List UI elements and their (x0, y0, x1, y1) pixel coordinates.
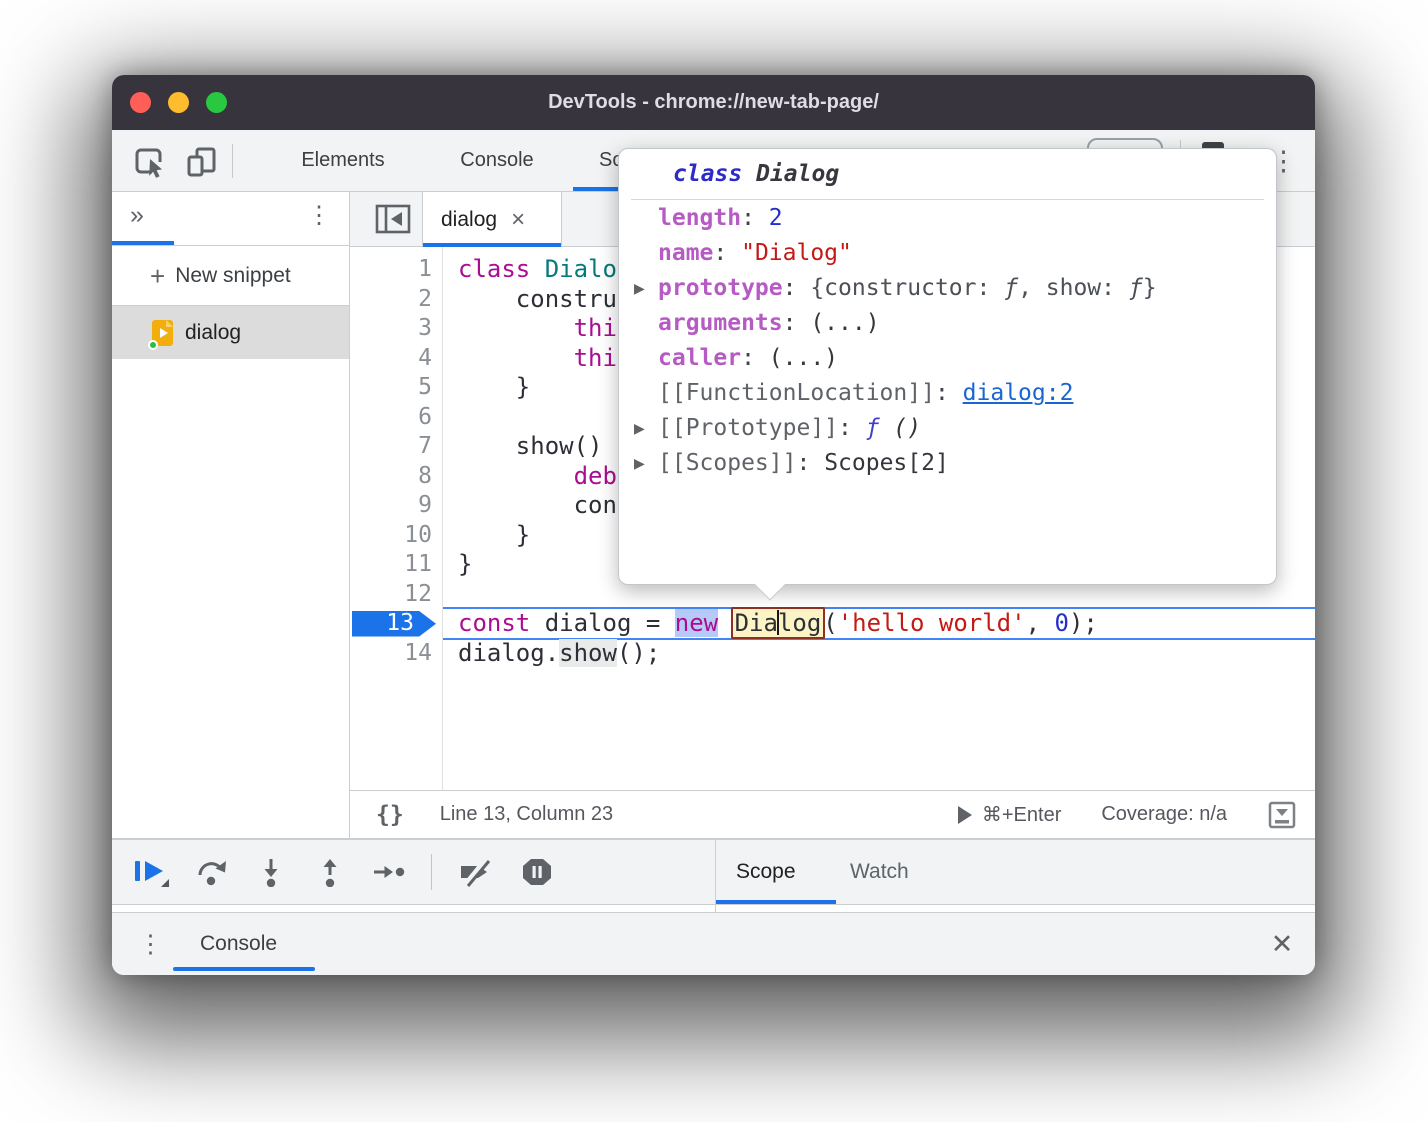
expand-triangle-icon[interactable]: ▶ (634, 411, 645, 446)
property-value: , show: (1018, 275, 1129, 301)
popover-property-row[interactable]: ▶ [[Scopes]]: Scopes[2] (619, 446, 1276, 481)
property-value: (...) (810, 310, 879, 336)
property-colon: : (796, 450, 824, 476)
code-line-13[interactable]: const dialog = new Dialog('hello world',… (350, 609, 1315, 639)
devtools-window: DevTools - chrome://new-tab-page/ Elemen… (112, 75, 1315, 975)
editor-tab-dialog[interactable]: dialog × (422, 192, 562, 247)
console-drawer: ⋮ Console ✕ (112, 912, 1315, 975)
new-snippet-label: New snippet (175, 264, 291, 288)
popover-property-row: caller: (...) (619, 341, 1276, 376)
property-value: ƒ (1129, 275, 1143, 301)
expand-triangle-icon[interactable]: ▶ (634, 271, 645, 306)
object-popover: class Dialog length: 2name: "Dialog"▶pro… (618, 148, 1277, 585)
expand-triangle-icon[interactable]: ▶ (634, 446, 645, 481)
cursor-position-label: Line 13, Column 23 (440, 803, 613, 826)
popover-header: class Dialog (631, 149, 1264, 200)
property-colon: : (713, 240, 741, 266)
close-drawer-icon[interactable]: ✕ (1267, 922, 1297, 966)
title-bar: DevTools - chrome://new-tab-page/ (112, 75, 1315, 130)
snippet-modified-dot (148, 340, 158, 350)
property-value: 2 (769, 205, 783, 231)
property-colon: : (935, 380, 963, 406)
property-colon: : (838, 415, 866, 441)
inspect-element-icon[interactable] (133, 145, 167, 179)
toggle-navigator-icon[interactable] (375, 204, 411, 234)
sidebar-header: » ⋮ (112, 192, 349, 246)
resume-script-icon[interactable] (132, 856, 170, 888)
sidebar-more-menu-icon[interactable]: ⋮ (307, 201, 331, 230)
property-name: length (658, 205, 741, 231)
property-value: ƒ (1004, 275, 1018, 301)
pretty-print-icon[interactable]: {} (376, 802, 404, 828)
plus-icon: + (150, 263, 165, 289)
property-name: prototype (658, 275, 783, 301)
property-value: "Dialog" (741, 240, 852, 266)
property-value: {constructor: (810, 275, 1004, 301)
snippet-file-icon (152, 320, 173, 346)
popover-property-row: name: "Dialog" (619, 236, 1276, 271)
popover-property-row[interactable]: ▶ [[Prototype]]: ƒ () (619, 411, 1276, 446)
expand-bottom-panel-icon[interactable] (1267, 800, 1297, 830)
code-line-14[interactable]: dialog.show(); (350, 639, 1315, 669)
step-into-icon[interactable] (254, 857, 288, 887)
property-name: name (658, 240, 713, 266)
tab-console[interactable]: Console (447, 130, 547, 191)
text-cursor (777, 610, 779, 635)
snippets-sidebar: » ⋮ + New snippet dialog (112, 192, 350, 838)
tab-elements[interactable]: Elements (293, 130, 393, 191)
drawer-tab-console[interactable]: Console (200, 913, 277, 975)
console-tab-underline (173, 967, 315, 971)
property-name: [[Scopes]] (658, 450, 796, 476)
evaluated-token-highlight: Dialog (731, 607, 826, 639)
popover-class-name: Dialog (742, 161, 839, 187)
window-title: DevTools - chrome://new-tab-page/ (112, 75, 1315, 130)
deactivate-breakpoints-icon[interactable] (457, 856, 495, 888)
step-icon[interactable] (372, 859, 406, 885)
panel-divider-continued (715, 905, 716, 912)
editor-status-bar: {} Line 13, Column 23 ⌘+Enter Coverage: … (350, 790, 1315, 838)
overflow-tabs-icon[interactable]: » (130, 201, 144, 230)
new-snippet-button[interactable]: + New snippet (112, 246, 349, 306)
property-name: [[Prototype]] (658, 415, 838, 441)
editor-tab-label: dialog (441, 208, 497, 232)
step-out-icon[interactable] (313, 857, 347, 887)
property-name: [[FunctionLocation]] (658, 380, 935, 406)
coverage-label: Coverage: n/a (1101, 803, 1227, 826)
property-colon: : (741, 205, 769, 231)
property-value: (...) (769, 345, 838, 371)
property-value: () (880, 415, 922, 441)
property-name: arguments (658, 310, 783, 336)
property-colon: : (741, 345, 769, 371)
run-snippet-icon[interactable] (958, 806, 972, 824)
debugger-toolbar-separator (431, 854, 432, 890)
function-location-link[interactable]: dialog:2 (963, 380, 1074, 406)
property-value: ƒ (866, 415, 880, 441)
sidebar-item-dialog[interactable]: dialog (112, 306, 349, 359)
run-shortcut-label: ⌘+Enter (982, 802, 1061, 827)
property-value: Scopes[2] (824, 450, 949, 476)
property-value: } (1143, 275, 1157, 301)
close-tab-icon[interactable]: × (511, 208, 525, 232)
property-name: caller (658, 345, 741, 371)
device-toolbar-icon[interactable] (184, 145, 220, 179)
step-over-icon[interactable] (195, 857, 229, 887)
popover-property-row: [[FunctionLocation]]: dialog:2 (619, 376, 1276, 411)
pause-on-exceptions-icon[interactable] (520, 856, 554, 888)
debugger-toolbar: Scope Watch (112, 840, 1315, 905)
popover-property-row: arguments: (...) (619, 306, 1276, 341)
property-colon: : (783, 275, 811, 301)
tab-scope[interactable]: Scope (736, 840, 796, 904)
panel-divider[interactable] (715, 840, 716, 904)
popover-property-row[interactable]: ▶ prototype: {constructor: ƒ, show: ƒ} (619, 271, 1276, 306)
sidebar-active-tab-underline (112, 241, 174, 245)
property-colon: : (783, 310, 811, 336)
drawer-more-menu-icon[interactable]: ⋮ (138, 922, 158, 966)
snippet-label: dialog (185, 321, 241, 345)
tab-watch[interactable]: Watch (850, 840, 909, 904)
popover-property-row: length: 2 (619, 201, 1276, 236)
popover-class-keyword: class (673, 161, 742, 187)
scope-tab-underline (716, 900, 836, 904)
toolbar-separator (232, 144, 233, 178)
